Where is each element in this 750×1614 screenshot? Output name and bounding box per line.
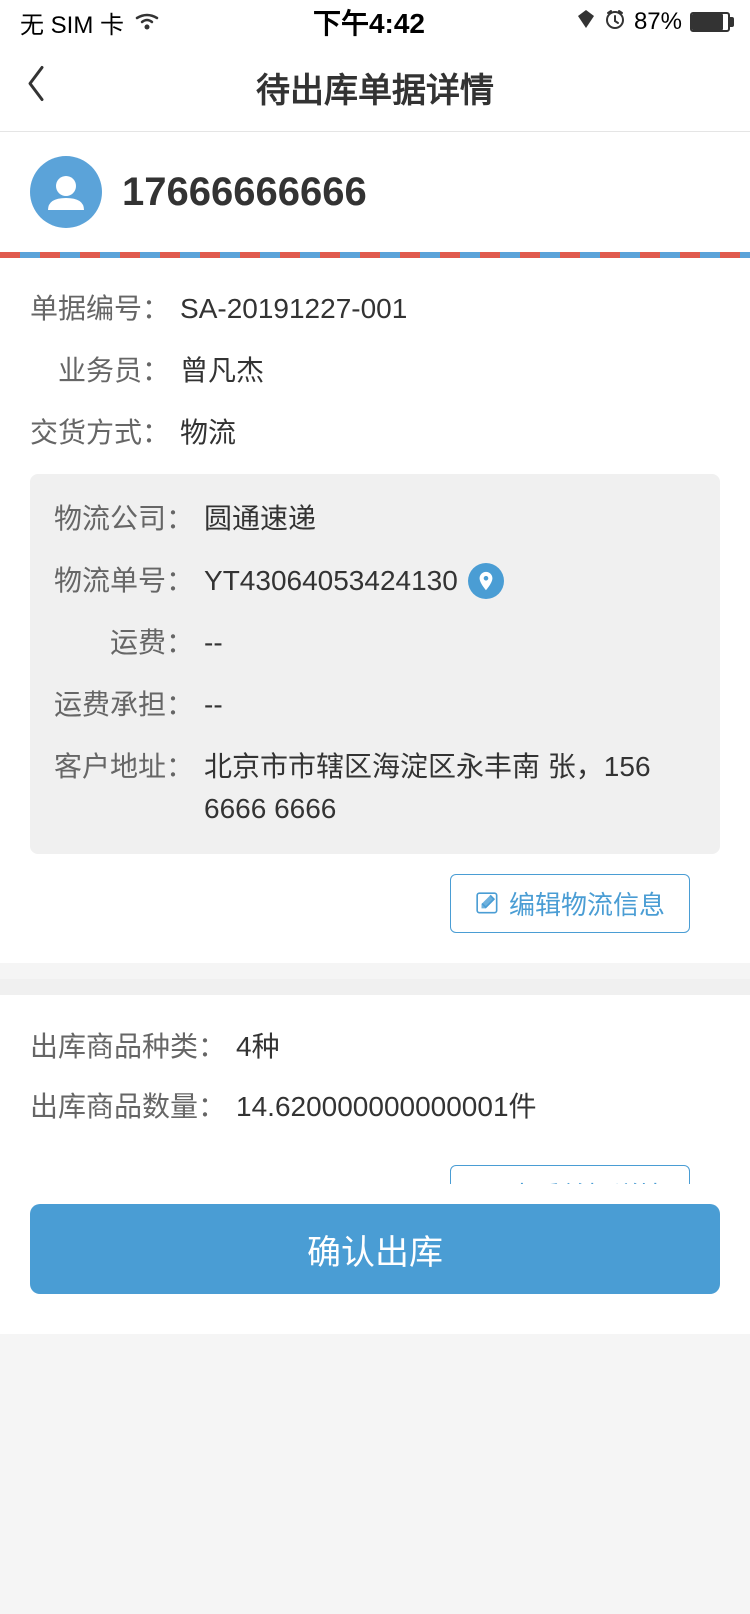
- salesman-row: 业务员： 曾凡杰: [30, 350, 720, 392]
- order-no-label: 单据编号：: [30, 288, 180, 330]
- logistics-tracking-row: 物流单号： YT43064053424130: [54, 560, 696, 602]
- logistics-freight-bearer-value: --: [204, 684, 696, 726]
- goods-types-label: 出库商品种类：: [30, 1025, 236, 1065]
- customer-header: 17666666666: [0, 132, 750, 252]
- nav-bar: 待出库单据详情: [0, 44, 750, 132]
- order-no-value: SA-20191227-001: [180, 288, 720, 330]
- logistics-card: 物流公司： 圆通速递 物流单号： YT43064053424130 运费： --: [30, 474, 720, 854]
- goods-types-value: 4种: [236, 1025, 280, 1065]
- avatar: [30, 156, 102, 228]
- battery-text: 87%: [634, 8, 682, 36]
- logistics-tracking-no: YT43064053424130: [204, 560, 458, 602]
- logistics-freight-bearer-label: 运费承担：: [54, 684, 204, 726]
- logistics-company-label: 物流公司：: [54, 498, 204, 540]
- edit-logistics-button[interactable]: 编辑物流信息: [450, 874, 690, 933]
- status-bar-left: 无 SIM 卡: [20, 5, 162, 40]
- logistics-company-row: 物流公司： 圆通速递: [54, 498, 696, 540]
- logistics-address-row: 客户地址： 北京市市辖区海淀区永丰南 张，156 6666 6666: [54, 746, 696, 830]
- goods-quantity-label: 出库商品数量：: [30, 1085, 236, 1125]
- logistics-tracking-value-container: YT43064053424130: [204, 560, 696, 602]
- alarm-icon: [604, 8, 626, 37]
- goods-quantity-value: 14.620000000000001件: [236, 1085, 537, 1125]
- section-divider-1: [0, 979, 750, 995]
- logistics-tracking-label: 物流单号：: [54, 560, 204, 602]
- salesman-value: 曾凡杰: [180, 350, 720, 392]
- logistics-freight-value: --: [204, 622, 696, 664]
- logistics-freight-label: 运费：: [54, 622, 204, 664]
- status-bar-right: 87%: [576, 8, 730, 37]
- logistics-company-value: 圆通速递: [204, 498, 696, 540]
- edit-logistics-label: 编辑物流信息: [509, 885, 665, 922]
- logistics-address-value: 北京市市辖区海淀区永丰南 张，156 6666 6666: [204, 746, 696, 830]
- location-service-icon: [576, 8, 596, 37]
- edit-btn-container: 编辑物流信息: [30, 854, 720, 933]
- logistics-address-label: 客户地址：: [54, 746, 204, 788]
- order-no-row: 单据编号： SA-20191227-001: [30, 288, 720, 330]
- page-title: 待出库单据详情: [256, 63, 494, 112]
- logistics-freight-bearer-row: 运费承担： --: [54, 684, 696, 726]
- delivery-method-label: 交货方式：: [30, 412, 180, 454]
- wifi-icon: [132, 8, 162, 37]
- delivery-method-row: 交货方式： 物流: [30, 412, 720, 454]
- goods-types-row: 出库商品种类： 4种: [30, 1025, 720, 1065]
- battery-icon: [690, 12, 730, 32]
- order-info-section: 单据编号： SA-20191227-001 业务员： 曾凡杰 交货方式： 物流 …: [0, 258, 750, 963]
- status-bar: 无 SIM 卡 下午4:42 87%: [0, 0, 750, 44]
- confirm-btn-label: 确认出库: [307, 1225, 443, 1274]
- status-bar-time: 下午4:42: [313, 2, 425, 42]
- salesman-label: 业务员：: [30, 350, 180, 392]
- bottom-btn-area: 确认出库: [0, 1184, 750, 1334]
- delivery-method-value: 物流: [180, 412, 720, 454]
- content-wrapper: 17666666666 单据编号： SA-20191227-001 业务员： 曾…: [0, 132, 750, 1614]
- edit-icon: [475, 891, 501, 917]
- goods-quantity-row: 出库商品数量： 14.620000000000001件: [30, 1085, 720, 1125]
- track-location-button[interactable]: [468, 563, 504, 599]
- logistics-freight-row: 运费： --: [54, 622, 696, 664]
- customer-phone: 17666666666: [122, 170, 367, 215]
- back-button[interactable]: [24, 63, 48, 112]
- carrier-text: 无 SIM 卡: [20, 5, 124, 40]
- confirm-outbound-button[interactable]: 确认出库: [30, 1204, 720, 1294]
